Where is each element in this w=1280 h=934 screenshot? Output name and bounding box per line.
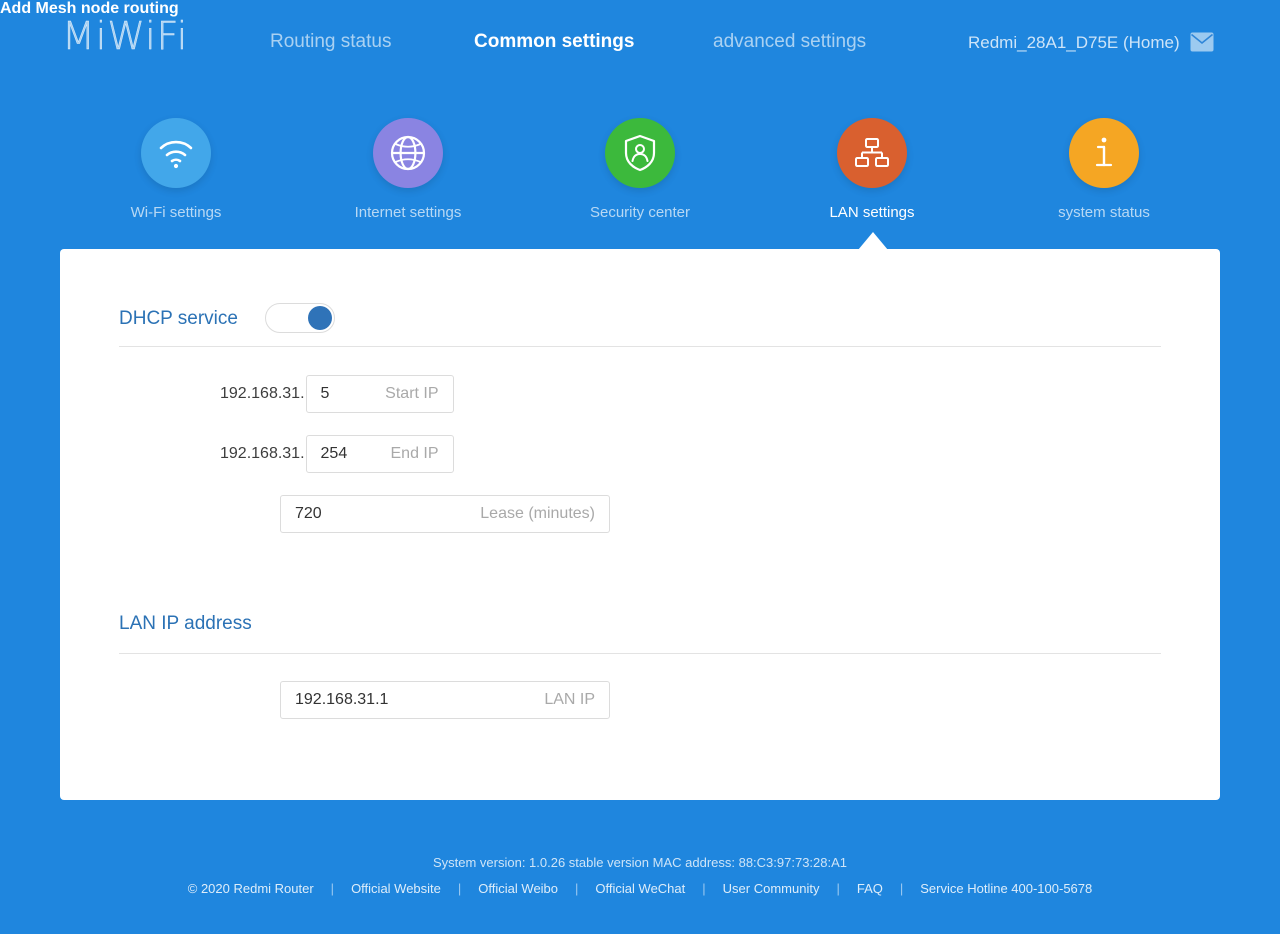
add-mesh-node-routing-button[interactable]: Add Mesh node routing [0,0,1280,18]
wifi-icon [141,118,211,188]
lease-input[interactable]: 720 Lease (minutes) [280,495,610,533]
start-ip-input[interactable]: 5 Start IP [305,375,454,413]
end-ip-row: 192.168.31. 254 End IP [220,435,454,473]
footer-link-faq[interactable]: FAQ [857,881,883,896]
footer-link-official-wechat[interactable]: Official WeChat [595,881,685,896]
dhcp-service-toggle[interactable] [265,303,335,333]
page-footer: System version: 1.0.26 stable version MA… [0,855,1280,896]
footer-link-official-website[interactable]: Official Website [351,881,441,896]
brand-logo: MiWiFi [62,14,189,58]
lease-label: Lease (minutes) [480,505,595,522]
toggle-knob [308,306,332,330]
category-icon-row: Wi-Fi settings Internet settings Securit… [0,118,1280,248]
footer-links: © 2020 Redmi Router | Official Website |… [0,881,1280,896]
category-label: Wi-Fi settings [130,204,222,221]
lease-value: 720 [295,505,322,522]
category-label: LAN settings [829,204,915,221]
footer-separator: | [575,881,579,896]
device-selector[interactable]: Redmi_28A1_D75E (Home) ⌄ [968,32,1207,53]
lan-ip-value: 192.168.31.1 [295,691,389,708]
category-system-status[interactable]: system status [1024,118,1184,221]
category-internet-settings[interactable]: Internet settings [328,118,488,221]
footer-copyright: © 2020 Redmi Router [187,881,314,896]
info-icon [1069,118,1139,188]
end-ip-input[interactable]: 254 End IP [305,435,454,473]
footer-service-hotline: Service Hotline 400-100-5678 [920,881,1093,896]
settings-card: DHCP service 192.168.31. 5 Start IP 192.… [60,249,1220,800]
lan-ip-label: LAN IP [544,691,595,708]
lease-row: 720 Lease (minutes) [280,495,610,533]
mail-icon[interactable] [1190,32,1214,52]
dhcp-section-divider [119,346,1161,347]
footer-link-user-community[interactable]: User Community [723,881,820,896]
shield-user-icon [605,118,675,188]
footer-separator: | [330,881,335,896]
top-navigation-bar: MiWiFi Routing status Common settings ad… [0,0,1280,86]
footer-separator: | [836,881,840,896]
network-icon [837,118,907,188]
category-label: system status [1058,204,1150,221]
end-ip-prefix: 192.168.31. [220,445,305,462]
system-version-text: System version: 1.0.26 stable version MA… [432,855,848,870]
end-ip-value: 254 [320,445,348,462]
lan-ip-address-title: LAN IP address [119,613,252,634]
start-ip-label: Start IP [385,385,439,402]
start-ip-row: 192.168.31. 5 Start IP [220,375,454,413]
start-ip-prefix: 192.168.31. [220,385,305,402]
lan-ip-row: 192.168.31.1 LAN IP [280,681,610,719]
lan-ip-section-divider [119,653,1161,654]
category-wifi-settings[interactable]: Wi-Fi settings [96,118,256,221]
dhcp-service-title: DHCP service [119,308,238,329]
globe-icon [373,118,443,188]
active-tab-pointer [858,232,888,250]
footer-separator: | [457,881,462,896]
category-lan-settings[interactable]: LAN settings [792,118,952,221]
category-security-center[interactable]: Security center [560,118,720,221]
start-ip-value: 5 [320,385,330,402]
category-label: Internet settings [354,204,462,221]
device-name-label: Redmi_28A1_D75E (Home) [968,33,1180,52]
footer-separator: | [702,881,706,896]
lan-ip-input[interactable]: 192.168.31.1 LAN IP [280,681,610,719]
category-label: Security center [589,204,691,221]
nav-item-common-settings[interactable]: Common settings [474,31,634,53]
footer-separator: | [899,881,904,896]
nav-item-advanced-settings[interactable]: advanced settings [713,31,866,53]
nav-item-routing-status[interactable]: Routing status [270,31,391,53]
footer-link-official-weibo[interactable]: Official Weibo [478,881,558,896]
end-ip-label: End IP [390,445,439,462]
